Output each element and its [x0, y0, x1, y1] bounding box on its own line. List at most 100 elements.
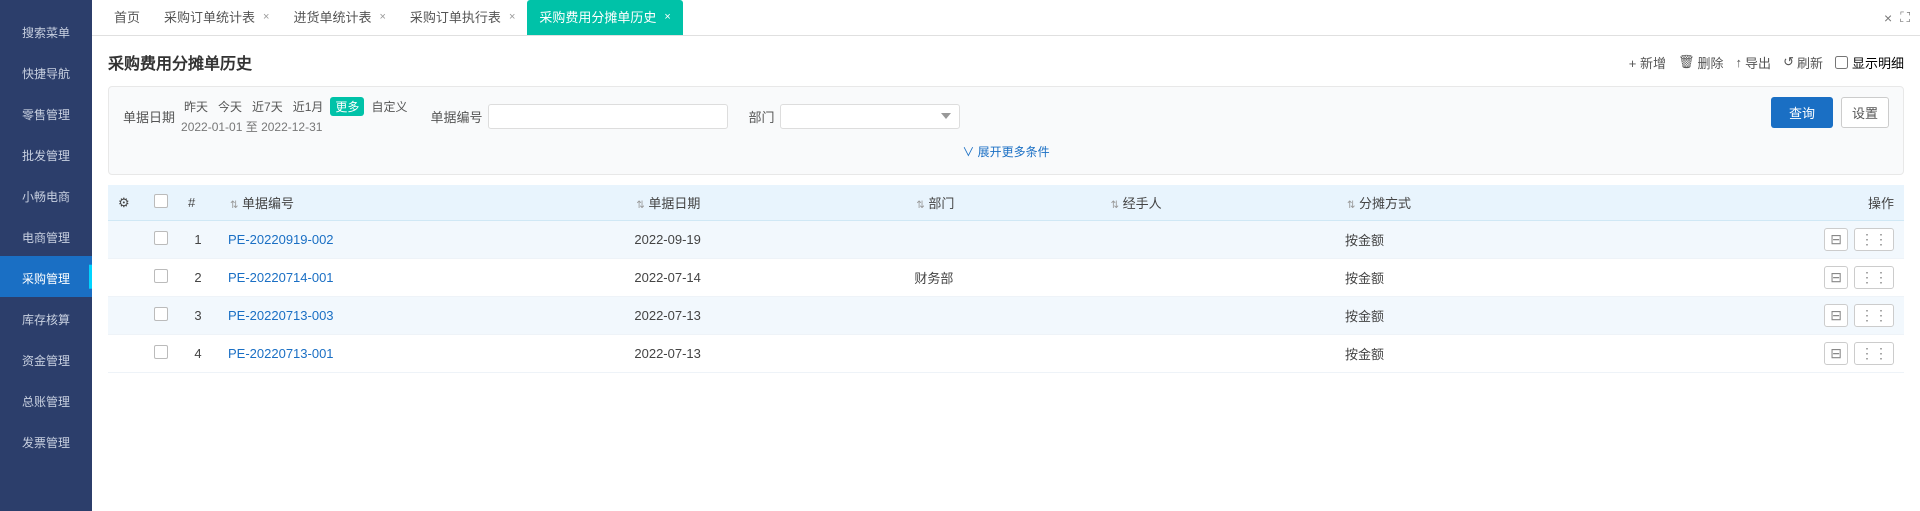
sidebar-item-retail[interactable]: 零售管理 [0, 92, 92, 133]
table-row: 2 PE-20220714-001 2022-07-14 财务部 按金额 ⊟ ⋮… [108, 259, 1904, 297]
row-checkbox-3[interactable] [154, 345, 168, 359]
maximize-icon[interactable]: ⛶ [1900, 9, 1910, 26]
sidebar-item-invoice[interactable]: 发票管理 [0, 420, 92, 461]
yesterday-shortcut[interactable]: 昨天 [181, 97, 211, 116]
row-checkbox-1[interactable] [154, 269, 168, 283]
tab-label-purchase-order-stats: 采购订单统计表 [164, 7, 255, 26]
date-shortcuts-container: 昨天 今天 近7天 近1月 更多 自定义 2022-01-01 至 2022-1… [181, 97, 410, 135]
add-button[interactable]: + 新增 [1629, 53, 1666, 72]
row-doc-no-link-1[interactable]: PE-20220714-001 [228, 270, 334, 285]
show-columns-checkbox[interactable] [1835, 56, 1848, 69]
sidebar-label-retail: 零售管理 [5, 106, 87, 123]
row-checkbox-2[interactable] [154, 307, 168, 321]
table-col-doc-no[interactable]: ⇅ 单据编号 [218, 185, 624, 221]
show-columns-checkbox-label[interactable]: 显示明细 [1835, 53, 1904, 72]
row-split-method-2: 按金额 [1335, 297, 1613, 335]
data-table: ⚙ # ⇅ 单据编号 ⇅ 单据日期 ⇅ 部门 [108, 185, 1904, 373]
row-settings-1 [108, 259, 144, 297]
close-window-icon[interactable]: × [1884, 10, 1892, 26]
export-button[interactable]: ↑ 导出 [1736, 53, 1772, 72]
row-more-btn-1[interactable]: ⋮⋮ [1854, 266, 1894, 289]
row-more-btn-2[interactable]: ⋮⋮ [1854, 304, 1894, 327]
row-split-method-0: 按金额 [1335, 221, 1613, 259]
sidebar-item-quick[interactable]: 快捷导航 [0, 51, 92, 92]
tab-close-purchase-order-exec[interactable]: × [509, 11, 515, 23]
sidebar-item-purchase[interactable]: 采购管理 [0, 256, 92, 297]
expand-more-button[interactable]: ∨ 展开更多条件 [123, 139, 1889, 164]
row-check-0[interactable] [144, 221, 178, 259]
date-filter-group: 单据日期 昨天 今天 近7天 近1月 更多 自定义 2022-01-01 至 2… [123, 97, 410, 135]
dept-select[interactable]: 财务部 [780, 104, 960, 129]
row-doc-date-2: 2022-07-13 [624, 297, 904, 335]
row-handler-3 [1099, 335, 1335, 373]
sidebar-item-wholesale[interactable]: 批发管理 [0, 133, 92, 174]
today-shortcut[interactable]: 今天 [215, 97, 245, 116]
row-doc-no-link-0[interactable]: PE-20220919-002 [228, 232, 334, 247]
row-doc-date-0: 2022-09-19 [624, 221, 904, 259]
tab-close-purchase-cost-history[interactable]: × [664, 11, 670, 23]
row-check-2[interactable] [144, 297, 178, 335]
row-settings-2 [108, 297, 144, 335]
header-actions: + 新增 🗑 删除 ↑ 导出 ↺ 刷新 显示明细 [1629, 53, 1904, 72]
row-doc-no-link-2[interactable]: PE-20220713-003 [228, 308, 334, 323]
more-shortcut[interactable]: 更多 [330, 97, 364, 116]
tab-purchase-order-exec[interactable]: 采购订单执行表× [398, 0, 527, 35]
query-button[interactable]: 查询 [1771, 97, 1833, 128]
sidebar-item-search[interactable]: 搜索菜单 [0, 10, 92, 51]
row-settings-0 [108, 221, 144, 259]
row-edit-btn-0[interactable]: ⊟ [1824, 228, 1848, 251]
page-content: 采购费用分摊单历史 + 新增 🗑 删除 ↑ 导出 ↺ 刷新 显示明细 [92, 36, 1920, 511]
row-checkbox-0[interactable] [154, 231, 168, 245]
delete-button[interactable]: 🗑 删除 [1678, 53, 1724, 72]
doc-no-input[interactable] [488, 104, 728, 129]
tab-label-purchase-cost-history: 采购费用分摊单历史 [539, 7, 656, 26]
tab-home[interactable]: 首页 [102, 0, 152, 35]
tab-purchase-order-stats[interactable]: 采购订单统计表 × [152, 0, 281, 35]
refresh-button[interactable]: ↺ 刷新 [1783, 53, 1823, 72]
tab-close-receipt-stats[interactable]: × [379, 11, 385, 23]
page-title: 采购费用分摊单历史 [108, 50, 252, 74]
tab-receipt-stats[interactable]: 进货单统计表× [281, 0, 397, 35]
chevron-down-icon: ∨ [962, 145, 974, 159]
sidebar-item-inventory[interactable]: 库存核算 [0, 297, 92, 338]
sidebar-item-accounting[interactable]: 总账管理 [0, 379, 92, 420]
sidebar-label-invoice: 发票管理 [5, 434, 87, 451]
select-all-checkbox[interactable] [154, 194, 168, 208]
filter-fields: 单据日期 昨天 今天 近7天 近1月 更多 自定义 2022-01-01 至 2… [123, 97, 1755, 135]
sidebar-label-search: 搜索菜单 [5, 24, 87, 41]
row-edit-btn-1[interactable]: ⊟ [1824, 266, 1848, 289]
filter-settings-button[interactable]: 设置 [1841, 97, 1889, 128]
table-col-split-method[interactable]: ⇅ 分摊方式 [1335, 185, 1613, 221]
row-dept-0 [904, 221, 1098, 259]
table-col-settings[interactable]: ⚙ [108, 185, 144, 221]
tab-label-home: 首页 [114, 7, 140, 26]
table-col-action: 操作 [1613, 185, 1904, 221]
sidebar-label-accounting: 总账管理 [5, 393, 87, 410]
sidebar-item-mobile[interactable]: 小畅电商 [0, 174, 92, 215]
row-check-3[interactable] [144, 335, 178, 373]
row-doc-no-link-3[interactable]: PE-20220713-001 [228, 346, 334, 361]
row-handler-0 [1099, 221, 1335, 259]
row-edit-btn-2[interactable]: ⊟ [1824, 304, 1848, 327]
dept-filter-group: 部门 财务部 [748, 97, 960, 135]
row-doc-no-3: PE-20220713-001 [218, 335, 624, 373]
last1month-shortcut[interactable]: 近1月 [290, 97, 327, 116]
row-check-1[interactable] [144, 259, 178, 297]
table-col-handler[interactable]: ⇅ 经手人 [1099, 185, 1335, 221]
row-edit-btn-3[interactable]: ⊟ [1824, 342, 1848, 365]
row-settings-3 [108, 335, 144, 373]
sort-split-method-icon: ⇅ [1347, 200, 1355, 211]
table-col-dept[interactable]: ⇅ 部门 [904, 185, 1098, 221]
tab-close-purchase-order-stats[interactable]: × [263, 11, 269, 23]
sidebar-item-ecommerce[interactable]: 电商管理 [0, 215, 92, 256]
row-split-method-1: 按金额 [1335, 259, 1613, 297]
tab-purchase-cost-history[interactable]: 采购费用分摊单历史 × [527, 0, 682, 35]
custom-shortcut[interactable]: 自定义 [368, 97, 410, 116]
sidebar-item-finance[interactable]: 资金管理 [0, 338, 92, 379]
trash-icon: 🗑 [1678, 54, 1695, 70]
table-col-doc-date[interactable]: ⇅ 单据日期 [624, 185, 904, 221]
sidebar-label-ecommerce: 电商管理 [5, 229, 87, 246]
row-more-btn-0[interactable]: ⋮⋮ [1854, 228, 1894, 251]
row-more-btn-3[interactable]: ⋮⋮ [1854, 342, 1894, 365]
last7days-shortcut[interactable]: 近7天 [249, 97, 286, 116]
